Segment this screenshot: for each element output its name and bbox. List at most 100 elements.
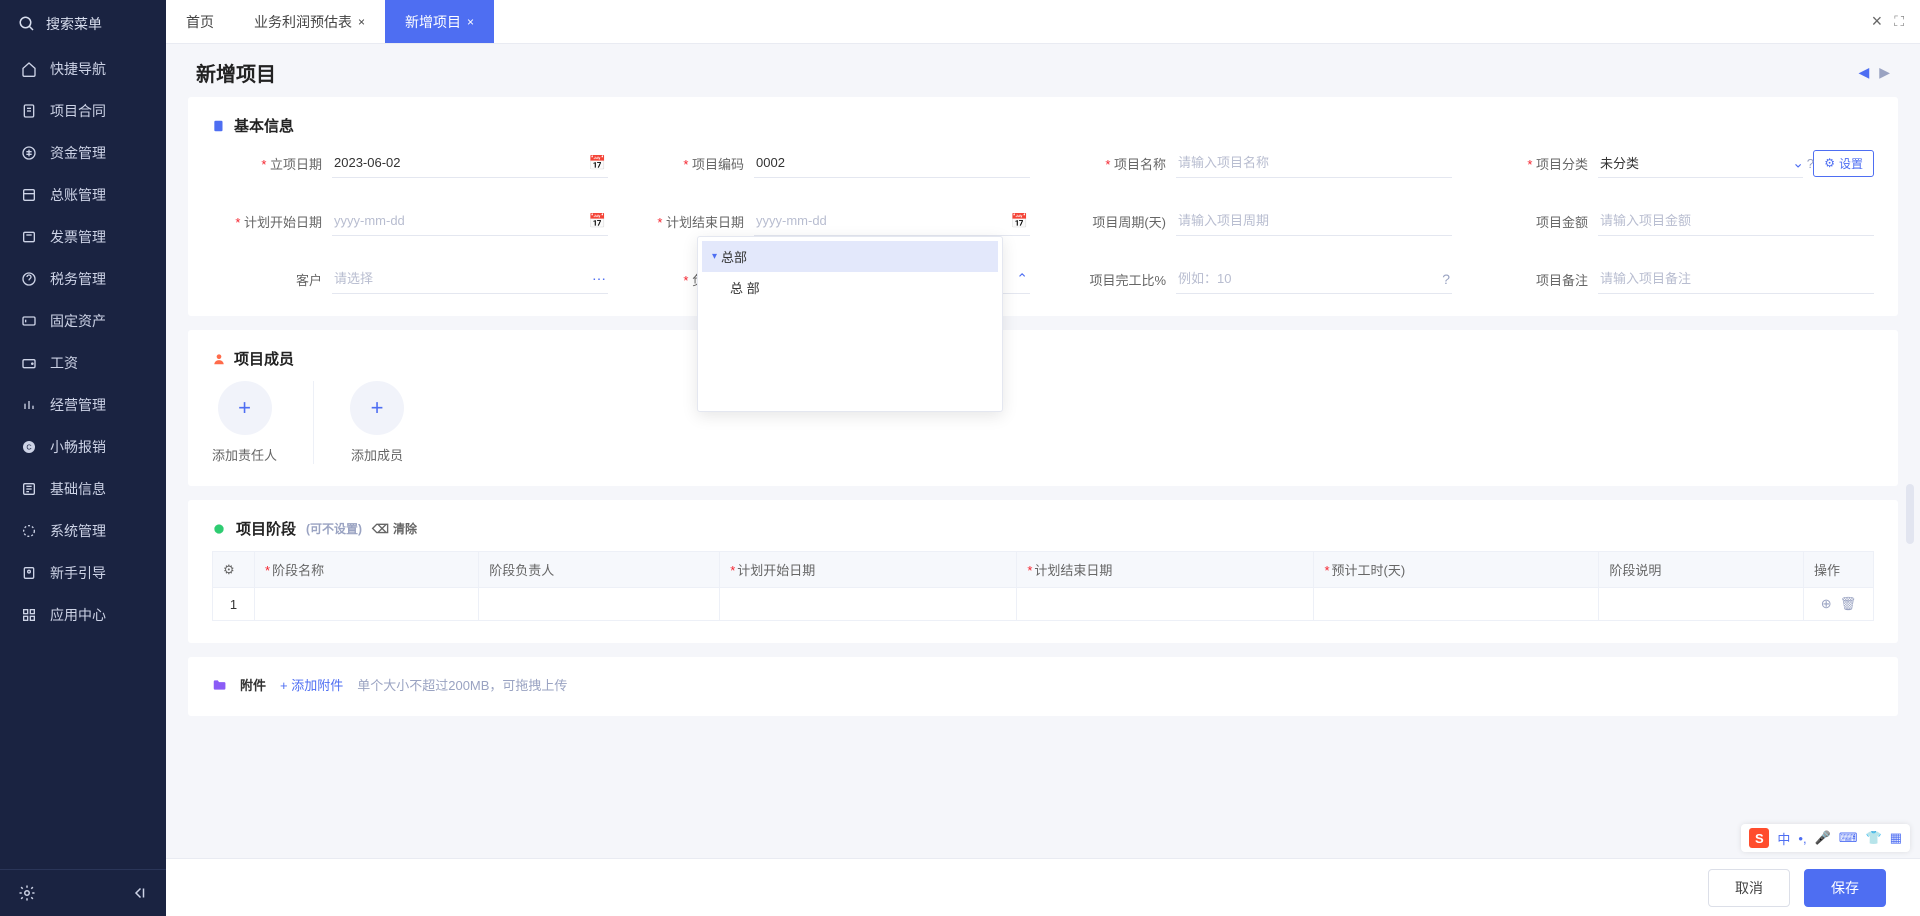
plan-end-input[interactable] [754,206,1030,236]
add-attachment-button[interactable]: + 添加附件 [280,675,343,694]
chevron-down-icon[interactable]: ⌄ [1792,155,1804,172]
sidebar-item-contract[interactable]: 项目合同 [0,90,166,132]
sidebar-item-appcenter[interactable]: 应用中心 [0,594,166,636]
sidebar-item-label: 工资 [50,353,78,373]
ime-lang[interactable]: 中 [1777,829,1790,848]
dropdown-item-child[interactable]: 总 部 [702,272,998,303]
field-proj-code: 项目编码 [634,148,1030,178]
sidebar-item-invoice[interactable]: 发票管理 [0,216,166,258]
sidebar-item-business[interactable]: 经营管理 [0,384,166,426]
add-member-label: 添加成员 [351,445,403,464]
sidebar-item-quicknav[interactable]: 快捷导航 [0,48,166,90]
cell-desc[interactable] [1599,588,1804,621]
cell-plan-end[interactable] [1017,588,1314,621]
ime-skin-icon[interactable]: 👕 [1866,830,1882,846]
field-label: 项目金额 [1478,212,1598,231]
cancel-button[interactable]: 取消 [1708,869,1790,907]
sidebar-item-tax[interactable]: 税务管理 [0,258,166,300]
tax-icon [20,270,38,288]
cell-owner[interactable] [479,588,720,621]
ime-toolbar[interactable]: S 中 •, 🎤 ⌨ 👕 ▦ [1741,824,1910,852]
members-card: 项目成员 + 添加责任人 + 添加成员 [188,330,1898,486]
close-all-icon[interactable]: × [1872,11,1883,32]
sidebar-item-assets[interactable]: 固定资产 [0,300,166,342]
table-row[interactable]: 1 ⊕🗑 [213,588,1874,621]
col-gear[interactable]: ⚙ [213,552,255,588]
proj-date-input[interactable] [332,148,608,178]
clear-button[interactable]: ⌫清除 [372,520,417,537]
save-button[interactable]: 保存 [1804,869,1886,907]
help-icon[interactable]: ? [1442,271,1450,287]
ime-punct-icon[interactable]: •, [1798,831,1806,846]
sidebar-item-expense[interactable]: C小畅报销 [0,426,166,468]
sidebar-item-ledger[interactable]: 总账管理 [0,174,166,216]
add-owner: + 添加责任人 [212,381,277,464]
stage-icon [212,522,226,536]
ime-toolbox-icon[interactable]: ▦ [1890,830,1902,846]
remark-input[interactable] [1598,264,1874,294]
ime-mic-icon[interactable]: 🎤 [1815,830,1831,846]
completion-input[interactable] [1176,264,1452,294]
col-owner: 阶段负责人 [479,552,720,588]
tree-toggle-icon[interactable]: ▾ [712,251,717,262]
col-plan-start: 计划开始日期 [720,552,1017,588]
page-nav: ◀ ▶ [1858,64,1890,81]
add-member: + 添加成员 [350,381,404,464]
close-icon[interactable]: × [358,15,365,29]
field-label: 项目周期(天) [1056,212,1176,231]
more-icon[interactable]: ⋯ [592,271,606,288]
tab-profit-report[interactable]: 业务利润预估表× [234,0,385,43]
fullscreen-icon[interactable]: ⛶ [1894,13,1904,30]
chevron-up-icon[interactable]: ⌃ [1016,271,1028,288]
close-icon[interactable]: × [467,15,474,29]
proj-name-input[interactable] [1176,148,1452,178]
tab-home[interactable]: 首页 [166,0,234,43]
content-area: 新增项目 ◀ ▶ 基本信息 立项日期 📅 项目编码 项目名称 [166,44,1920,916]
help-icon[interactable]: ? [1807,156,1814,171]
field-label: 计划结束日期 [634,212,754,231]
sidebar-item-guide[interactable]: 新手引导 [0,552,166,594]
field-label: 计划开始日期 [212,212,332,231]
sidebar-item-baseinfo[interactable]: 基础信息 [0,468,166,510]
page-prev-icon[interactable]: ◀ [1858,64,1869,81]
cell-hours[interactable] [1314,588,1599,621]
form-icon [212,119,226,133]
add-owner-button[interactable]: + [218,381,272,435]
calendar-icon[interactable]: 📅 [589,155,606,172]
tab-new-project[interactable]: 新增项目× [385,0,494,43]
settings-button[interactable]: ⚙设置 [1813,150,1874,177]
sidebar-item-label: 应用中心 [50,605,106,625]
scrollbar[interactable] [1906,484,1914,544]
gear-icon[interactable] [18,884,36,902]
ime-keyboard-icon[interactable]: ⌨ [1839,830,1858,846]
sidebar-item-funds[interactable]: 资金管理 [0,132,166,174]
sidebar-search[interactable]: 搜索菜单 [0,0,166,48]
amount-input[interactable] [1598,206,1874,236]
delete-row-icon[interactable]: 🗑 [1840,596,1857,612]
section-title: 附件 [240,675,266,694]
sidebar-item-salary[interactable]: 工资 [0,342,166,384]
calendar-icon[interactable]: 📅 [589,213,606,230]
attachment-note: 单个大小不超过200MB，可拖拽上传 [357,675,567,694]
sidebar-item-label: 固定资产 [50,311,106,331]
customer-select[interactable] [332,264,608,294]
field-label: 项目备注 [1478,270,1598,289]
add-row-icon[interactable]: ⊕ [1821,596,1832,612]
cell-plan-start[interactable] [720,588,1017,621]
page-next-icon[interactable]: ▶ [1879,64,1890,81]
sidebar-item-system[interactable]: 系统管理 [0,510,166,552]
field-proj-name: 项目名称 [1056,148,1452,178]
collapse-icon[interactable] [130,884,148,902]
apps-icon [20,606,38,624]
invoice-icon [20,228,38,246]
period-input[interactable] [1176,206,1452,236]
proj-category-select[interactable] [1598,148,1803,178]
tab-label: 首页 [186,12,214,32]
dropdown-item-parent[interactable]: ▾总部 [702,241,998,272]
proj-code-input[interactable] [754,148,1030,178]
attachments-row: 附件 + 添加附件 单个大小不超过200MB，可拖拽上传 [212,675,1874,694]
plan-start-input[interactable] [332,206,608,236]
calendar-icon[interactable]: 📅 [1011,213,1028,230]
cell-stage-name[interactable] [255,588,479,621]
add-member-button[interactable]: + [350,381,404,435]
